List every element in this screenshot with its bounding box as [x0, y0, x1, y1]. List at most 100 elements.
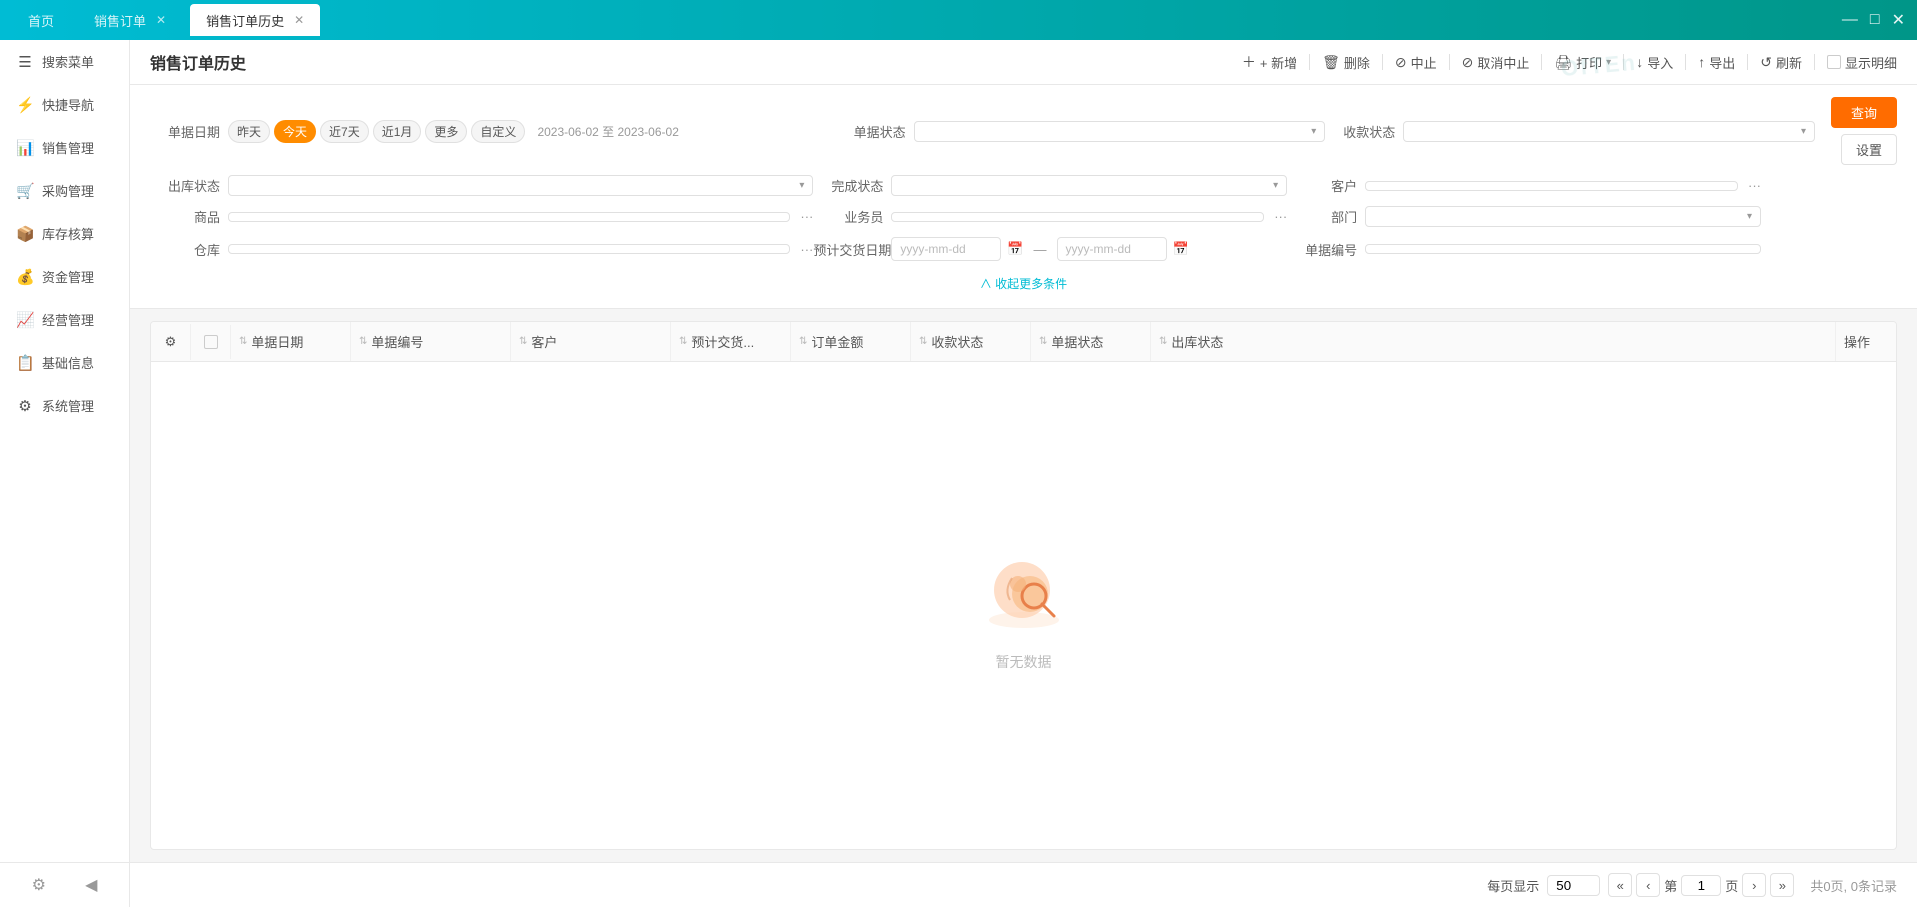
sidebar-item-quick-nav[interactable]: ⚡ 快捷导航 [0, 83, 129, 126]
tab-sales-order[interactable]: 销售订单 ✕ [78, 4, 182, 36]
customer-control: ··· [1365, 178, 1761, 193]
sidebar-item-operations[interactable]: 📈 经营管理 [0, 298, 129, 341]
page-first-btn[interactable]: « [1608, 873, 1632, 897]
delete-icon: 🗑 [1322, 54, 1340, 71]
warehouse-input[interactable] [228, 244, 790, 254]
salesperson-input[interactable] [891, 212, 1264, 222]
warehouse-label: 仓库 [150, 240, 220, 259]
tab-sales-order-close[interactable]: ✕ [156, 13, 166, 27]
export-button[interactable]: ↑ 导出 [1698, 53, 1735, 72]
expected-delivery-start-input[interactable]: yyyy-mm-dd [891, 237, 1001, 261]
department-label: 部门 [1287, 207, 1357, 226]
date-btn-1month[interactable]: 近1月 [373, 120, 422, 143]
collapse-more-btn[interactable]: ∧ 收起更多条件 [150, 271, 1897, 296]
salesperson-more-icon[interactable]: ··· [1274, 209, 1287, 224]
page-number-input[interactable] [1681, 875, 1721, 896]
jump-suffix: 页 [1725, 876, 1738, 895]
tab-sales-order-history[interactable]: 销售订单历史 ✕ [190, 4, 320, 36]
sort-pay-status-icon[interactable]: ⇅ [919, 336, 927, 347]
print-button[interactable]: 🖨 打印 ▾ [1554, 53, 1611, 72]
filter-document-status: 单据状态 ▾ [836, 121, 1326, 142]
settings-bottom-icon[interactable]: ⚙ [32, 875, 46, 895]
sidebar-item-purchase[interactable]: 🛒 采购管理 [0, 169, 129, 212]
collection-status-select[interactable]: ▾ [1403, 121, 1815, 142]
goods-input[interactable] [228, 212, 790, 222]
sidebar-item-system[interactable]: ⚙ 系统管理 [0, 384, 129, 427]
th-pay-status: ⇅ 收款状态 [911, 322, 1031, 361]
expected-delivery-end-input[interactable]: yyyy-mm-dd [1057, 237, 1167, 261]
th-delivery: ⇅ 预计交货... [671, 322, 791, 361]
filter-section: 单据日期 昨天 今天 近7天 近1月 更多 自定义 2023-06-02 至 2… [130, 85, 1917, 309]
new-button[interactable]: ＋ + 新增 [1242, 52, 1297, 72]
operations-icon: 📈 [16, 311, 34, 329]
th-settings[interactable]: ⚙ [151, 324, 191, 360]
cancel-stop-button[interactable]: ⊘ 取消中止 [1462, 53, 1530, 72]
document-date-label: 单据日期 [150, 122, 220, 141]
sidebar-item-search-menu[interactable]: ☰ 搜索菜单 [0, 40, 129, 83]
detail-checkbox-icon [1827, 55, 1841, 69]
select-all-checkbox[interactable] [204, 335, 218, 349]
stop-icon: ⊘ [1395, 54, 1407, 71]
maximize-icon[interactable]: □ [1870, 11, 1880, 29]
sort-order-status-icon[interactable]: ⇅ [1039, 336, 1047, 347]
sort-order-icon[interactable]: ⇅ [359, 336, 367, 347]
minimize-icon[interactable]: — [1842, 11, 1858, 29]
system-icon: ⚙ [16, 397, 34, 415]
sidebar-item-inventory[interactable]: 📦 库存核算 [0, 212, 129, 255]
document-status-select[interactable]: ▾ [914, 121, 1326, 142]
tab-sales-order-history-close[interactable]: ✕ [294, 13, 304, 27]
page-prev-btn[interactable]: ‹ [1636, 873, 1660, 897]
main-content: 销售订单历史 ＋ + 新增 🗑 删除 ⊘ 中止 ⊘ [130, 40, 1917, 907]
page-size-select[interactable]: 50 10 20 100 [1547, 875, 1600, 896]
warehouse-more-icon[interactable]: ··· [800, 242, 813, 257]
date-btn-today[interactable]: 今天 [274, 120, 316, 143]
filter-salesperson: 业务员 ··· [813, 207, 1287, 226]
completion-status-select[interactable]: ▾ [891, 175, 1287, 196]
customer-input[interactable] [1365, 181, 1738, 191]
sidebar-item-sales[interactable]: 📊 销售管理 [0, 126, 129, 169]
page-next-btn[interactable]: › [1742, 873, 1766, 897]
date-btn-7days[interactable]: 近7天 [320, 120, 369, 143]
page-last-btn[interactable]: » [1770, 873, 1794, 897]
sort-delivery-icon[interactable]: ⇅ [679, 336, 687, 347]
import-button[interactable]: ↓ 导入 [1636, 53, 1673, 72]
collapse-sidebar-icon[interactable]: ◀ [85, 875, 97, 895]
sidebar-item-finance[interactable]: 💰 资金管理 [0, 255, 129, 298]
document-status-label: 单据状态 [836, 122, 906, 141]
date-btn-yesterday[interactable]: 昨天 [228, 120, 270, 143]
page-size-label: 每页显示 [1487, 876, 1539, 895]
goods-more-icon[interactable]: ··· [800, 209, 813, 224]
stop-button[interactable]: ⊘ 中止 [1395, 53, 1437, 72]
end-calendar-icon[interactable]: 📅 [1173, 241, 1189, 257]
sidebar-item-base-info[interactable]: 📋 基础信息 [0, 341, 129, 384]
date-btn-more[interactable]: 更多 [425, 120, 467, 143]
delivery-status-select[interactable]: ▾ [228, 175, 813, 196]
completion-status-arrow-icon: ▾ [1273, 180, 1278, 191]
settings-filter-button[interactable]: 设置 [1841, 134, 1897, 165]
customer-more-icon[interactable]: ··· [1748, 178, 1761, 193]
document-no-input[interactable] [1365, 244, 1761, 254]
show-detail-checkbox[interactable]: 显示明细 [1827, 53, 1897, 72]
goods-control: ··· [228, 209, 813, 224]
sort-amount-icon[interactable]: ⇅ [799, 336, 807, 347]
th-checkbox[interactable] [191, 325, 231, 359]
sort-date-icon[interactable]: ⇅ [239, 336, 247, 347]
sort-delivery-status-icon[interactable]: ⇅ [1159, 336, 1167, 347]
start-calendar-icon[interactable]: 📅 [1007, 241, 1023, 257]
tab-home[interactable]: 首页 [12, 4, 70, 36]
filter-row-4: 仓库 ··· 预计交货日期 yyyy-mm-dd 📅 [150, 237, 1897, 261]
th-action: 操作 [1836, 322, 1896, 361]
department-select[interactable]: ▾ [1365, 206, 1761, 227]
delete-button[interactable]: 🗑 删除 [1322, 53, 1370, 72]
refresh-button[interactable]: ↺ 刷新 [1760, 53, 1802, 72]
sort-customer-icon[interactable]: ⇅ [519, 336, 527, 347]
empty-text: 暂无数据 [996, 652, 1052, 672]
document-status-control: ▾ [914, 121, 1326, 142]
toolbar-divider-1 [1309, 54, 1310, 70]
toolbar-divider-6 [1685, 54, 1686, 70]
date-range-separator: — [1034, 242, 1047, 257]
document-date-control: 昨天 今天 近7天 近1月 更多 自定义 2023-06-02 至 2023-0… [228, 120, 836, 143]
query-button[interactable]: 查询 [1831, 97, 1897, 128]
close-icon[interactable]: ✕ [1892, 10, 1905, 30]
date-btn-custom[interactable]: 自定义 [471, 120, 525, 143]
